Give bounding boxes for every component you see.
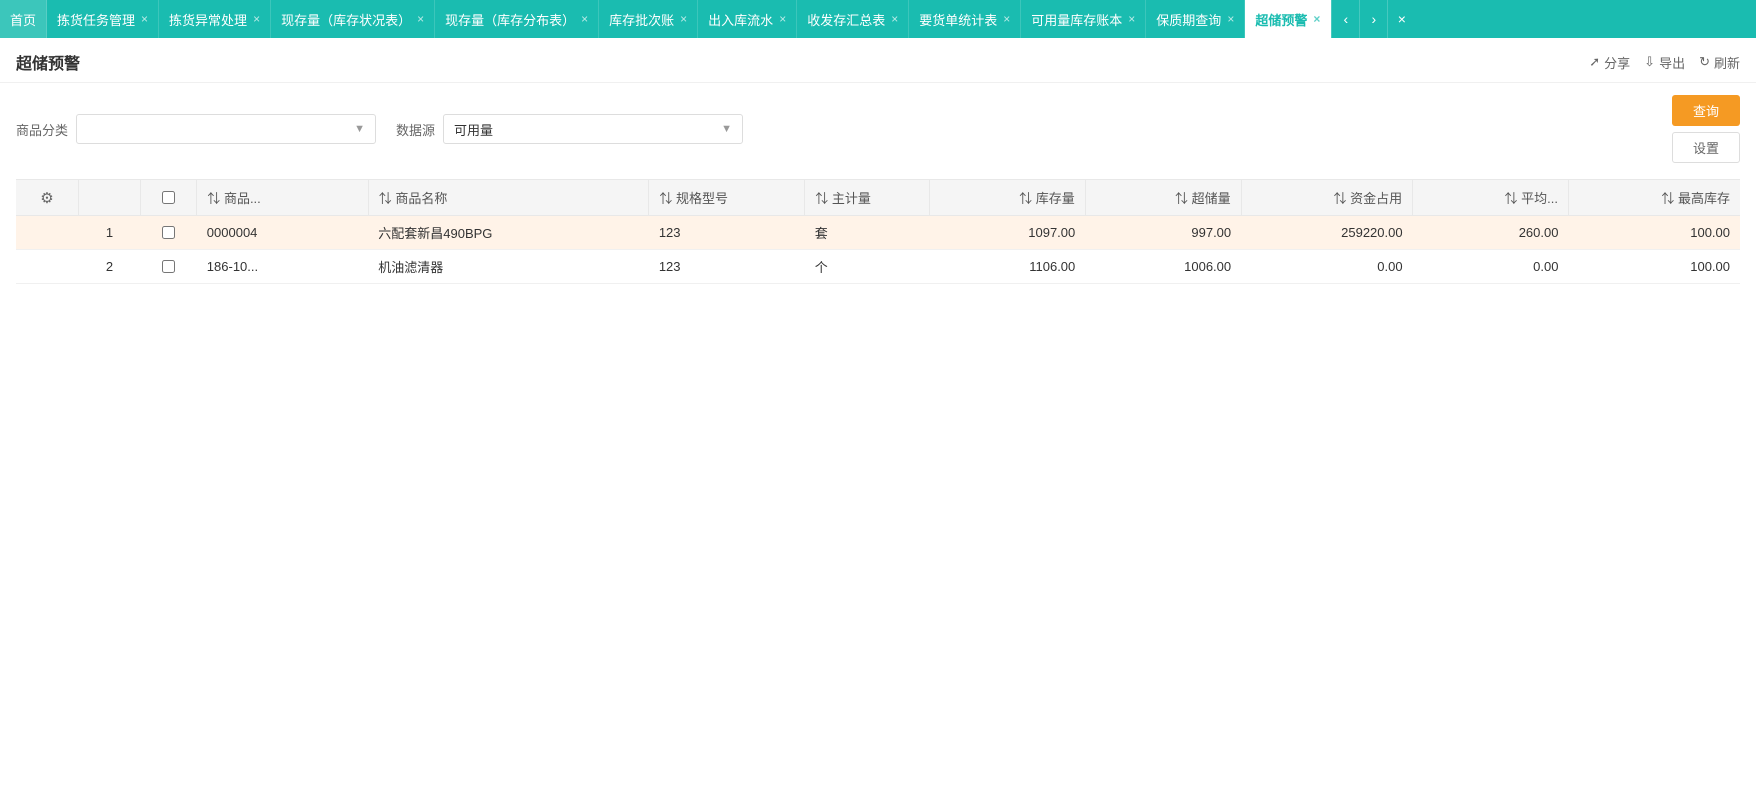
nav-batch-ledger[interactable]: 库存批次账 ×	[599, 0, 698, 38]
close-icon[interactable]: ×	[417, 12, 424, 26]
datasource-label: 数据源	[396, 120, 435, 139]
refresh-button[interactable]: ↻ 刷新	[1699, 53, 1740, 72]
close-icon[interactable]: ×	[1128, 12, 1135, 26]
nav-next-button[interactable]: ›	[1359, 0, 1387, 38]
nav-stock-status[interactable]: 现存量（库存状况表） ×	[271, 0, 435, 38]
row-name: 机油滤清器	[368, 250, 649, 284]
close-icon[interactable]: ×	[253, 12, 260, 26]
settings-button[interactable]: 设置	[1672, 132, 1740, 163]
nav-order-stats[interactable]: 要货单统计表 ×	[909, 0, 1021, 38]
filter-bar: 商品分类 ▼ 数据源 可用量 ▼ 查询 设置	[0, 83, 1756, 175]
row-over: 997.00	[1085, 216, 1241, 250]
row-maxstock: 100.00	[1568, 216, 1740, 250]
table-header-row: ⚙ ⇅ 商品... ⇅ 商品名称 ⇅ 规格型号 ⇅	[16, 180, 1740, 216]
row-stock: 1097.00	[929, 216, 1085, 250]
table-container: ⚙ ⇅ 商品... ⇅ 商品名称 ⇅ 规格型号 ⇅	[0, 179, 1756, 284]
col-checkbox-header	[141, 180, 197, 216]
nav-overstock[interactable]: 超储预警 ×	[1245, 0, 1331, 38]
table-body: 1 0000004 六配套新昌490BPG 123 套 1097.00 997.…	[16, 216, 1740, 284]
query-button[interactable]: 查询	[1672, 95, 1740, 126]
row-checkbox-cell	[141, 216, 197, 250]
datasource-filter: 数据源 可用量 ▼	[396, 114, 743, 144]
nav-home[interactable]: 首页	[0, 0, 47, 38]
col-name-header[interactable]: ⇅ 商品名称	[368, 180, 649, 216]
row-code: 0000004	[197, 216, 368, 250]
row-seq: 2	[78, 250, 140, 284]
col-unit-header[interactable]: ⇅ 主计量	[805, 180, 930, 216]
close-icon[interactable]: ×	[680, 12, 687, 26]
col-stock-header[interactable]: ⇅ 库存量	[929, 180, 1085, 216]
row-checkbox[interactable]	[162, 260, 175, 273]
table-row[interactable]: 1 0000004 六配套新昌490BPG 123 套 1097.00 997.…	[16, 216, 1740, 250]
nav-prev-button[interactable]: ‹	[1331, 0, 1359, 38]
nav-available-ledger[interactable]: 可用量库存账本 ×	[1021, 0, 1146, 38]
row-over: 1006.00	[1085, 250, 1241, 284]
close-icon[interactable]: ×	[1313, 12, 1320, 26]
header-actions: ➚ 分享 ⇩ 导出 ↻ 刷新	[1589, 53, 1740, 72]
row-spec: 123	[649, 250, 805, 284]
col-spec-header[interactable]: ⇅ 规格型号	[649, 180, 805, 216]
nav-exception[interactable]: 拣货异常处理 ×	[159, 0, 271, 38]
row-checkbox-cell	[141, 250, 197, 284]
row-unit: 个	[805, 250, 930, 284]
close-icon[interactable]: ×	[1003, 12, 1010, 26]
col-seq-header	[78, 180, 140, 216]
row-unit: 套	[805, 216, 930, 250]
row-name: 六配套新昌490BPG	[368, 216, 649, 250]
col-maxstock-header[interactable]: ⇅ 最高库存	[1568, 180, 1740, 216]
nav-task-mgmt[interactable]: 拣货任务管理 ×	[47, 0, 159, 38]
col-gear-header: ⚙	[16, 180, 78, 216]
export-icon: ⇩	[1644, 54, 1655, 70]
datasource-value: 可用量	[454, 120, 493, 139]
page-title: 超储预警	[16, 50, 80, 74]
datasource-select[interactable]: 可用量 ▼	[443, 114, 743, 144]
nav-summary[interactable]: 收发存汇总表 ×	[797, 0, 909, 38]
page-header: 超储预警 ➚ 分享 ⇩ 导出 ↻ 刷新	[0, 38, 1756, 83]
row-seq: 1	[78, 216, 140, 250]
table-row[interactable]: 2 186-10... 机油滤清器 123 个 1106.00 1006.00 …	[16, 250, 1740, 284]
col-code-header[interactable]: ⇅ 商品...	[197, 180, 368, 216]
refresh-icon: ↻	[1699, 54, 1710, 70]
topbar: 首页 拣货任务管理 × 拣货异常处理 × 现存量（库存状况表） × 现存量（库存…	[0, 0, 1756, 38]
export-button[interactable]: ⇩ 导出	[1644, 53, 1685, 72]
close-icon[interactable]: ×	[1227, 12, 1234, 26]
nav-inout-flow[interactable]: 出入库流水 ×	[698, 0, 797, 38]
col-avg-header[interactable]: ⇅ 平均...	[1413, 180, 1569, 216]
row-stock: 1106.00	[929, 250, 1085, 284]
close-icon[interactable]: ×	[779, 12, 786, 26]
row-capital: 0.00	[1241, 250, 1412, 284]
row-avg: 260.00	[1413, 216, 1569, 250]
col-over-header[interactable]: ⇅ 超储量	[1085, 180, 1241, 216]
row-capital: 259220.00	[1241, 216, 1412, 250]
row-checkbox[interactable]	[162, 226, 175, 239]
nav-expiry[interactable]: 保质期查询 ×	[1146, 0, 1245, 38]
share-button[interactable]: ➚ 分享	[1589, 53, 1630, 72]
category-select[interactable]: ▼	[76, 114, 376, 144]
row-gear-cell	[16, 216, 78, 250]
chevron-down-icon: ▼	[354, 123, 365, 135]
chevron-down-icon: ▼	[721, 123, 732, 135]
row-avg: 0.00	[1413, 250, 1569, 284]
row-spec: 123	[649, 216, 805, 250]
category-label: 商品分类	[16, 120, 68, 139]
nav-stock-dist[interactable]: 现存量（库存分布表） ×	[435, 0, 599, 38]
share-icon: ➚	[1589, 54, 1600, 70]
col-capital-header[interactable]: ⇅ 资金占用	[1241, 180, 1412, 216]
gear-icon[interactable]: ⚙	[40, 190, 53, 207]
select-all-checkbox[interactable]	[162, 191, 175, 204]
overstock-table: ⚙ ⇅ 商品... ⇅ 商品名称 ⇅ 规格型号 ⇅	[16, 179, 1740, 284]
row-gear-cell	[16, 250, 78, 284]
close-icon[interactable]: ×	[891, 12, 898, 26]
close-icon[interactable]: ×	[581, 12, 588, 26]
row-maxstock: 100.00	[1568, 250, 1740, 284]
nav-close-all-button[interactable]: ×	[1387, 0, 1415, 38]
close-icon[interactable]: ×	[141, 12, 148, 26]
row-code: 186-10...	[197, 250, 368, 284]
filter-buttons: 查询 设置	[1672, 95, 1740, 163]
category-filter: 商品分类 ▼	[16, 114, 376, 144]
